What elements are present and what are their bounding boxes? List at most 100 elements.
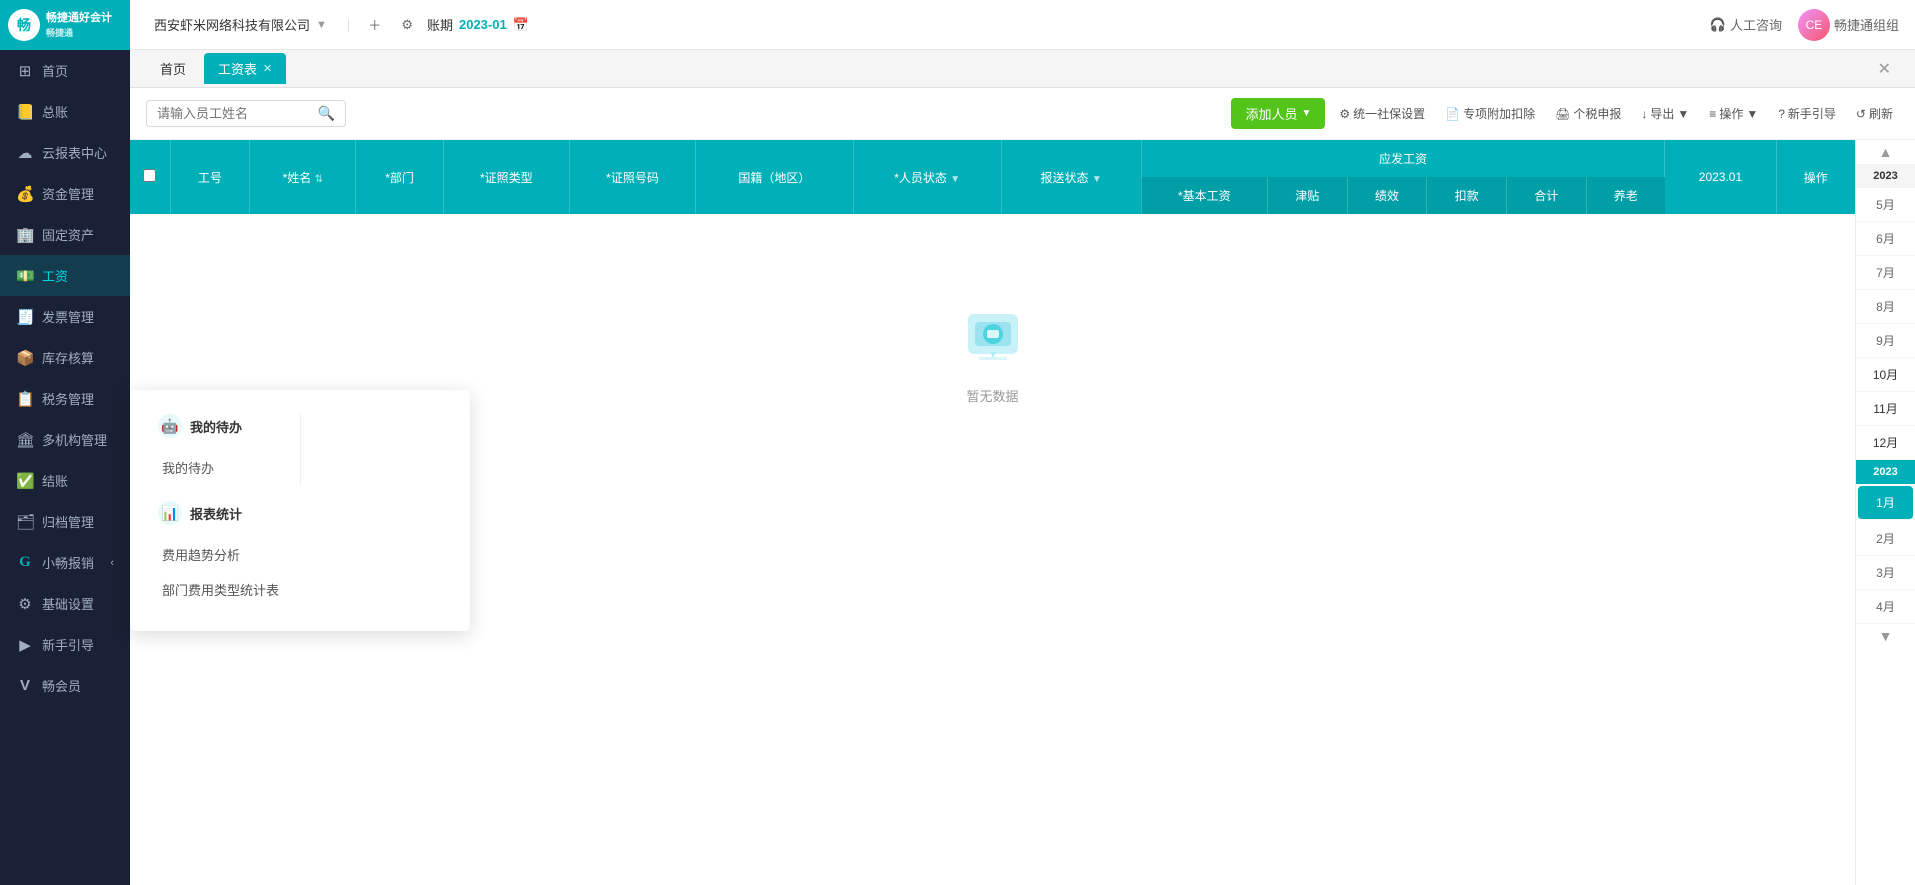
- expense-icon: G: [16, 554, 34, 571]
- date-item-11[interactable]: 11月: [1856, 392, 1915, 426]
- special-deduction-button[interactable]: 📄 专项附加扣除: [1439, 101, 1541, 126]
- add-label: 添加人员: [1245, 104, 1297, 123]
- th-salary-group: 应发工资: [1141, 140, 1665, 177]
- date-item-1[interactable]: 1月: [1858, 486, 1913, 520]
- report-section-label: 报表统计: [190, 504, 242, 523]
- popup-item-expense-trend[interactable]: 费用趋势分析: [158, 537, 288, 572]
- deduction-icon: 📄: [1445, 107, 1460, 121]
- fund-icon: 💰: [16, 185, 34, 203]
- empty-illustration: [953, 294, 1033, 374]
- sidebar-item-label: 资金管理: [42, 184, 94, 203]
- date-item-7[interactable]: 7月: [1856, 256, 1915, 290]
- guide-button[interactable]: ? 新手引导: [1772, 101, 1842, 126]
- settings-button[interactable]: ⚙: [395, 13, 419, 37]
- report-section-icon: 📊: [158, 501, 182, 525]
- sidebar-item-tax[interactable]: 📋 税务管理: [0, 378, 130, 419]
- th-name: *姓名 ⇅: [250, 140, 356, 214]
- date-item-12[interactable]: 12月: [1856, 426, 1915, 460]
- date-item-4[interactable]: 4月: [1856, 590, 1915, 624]
- invoice-icon: 🧾: [16, 308, 34, 326]
- tax-decl-label: 个税申报: [1573, 105, 1621, 122]
- th-year-month: 2023.01: [1665, 140, 1776, 214]
- date-year-label: 2023: [1856, 164, 1915, 188]
- social-insurance-button[interactable]: ⚙ 统一社保设置: [1333, 101, 1431, 126]
- sidebar-item-guide[interactable]: ▶ 新手引导: [0, 624, 130, 665]
- social-icon: ⚙: [1339, 107, 1350, 121]
- topbar: 西安虾米网络科技有限公司 ▼ | ＋ ⚙ 账期 2023-01 📅 🎧 人工咨询…: [130, 0, 1915, 50]
- tab-home[interactable]: 首页: [146, 53, 200, 84]
- sidebar-item-home[interactable]: ⊞ 首页: [0, 50, 130, 91]
- empty-message: 暂无数据: [966, 386, 1018, 405]
- settlement-icon: ✅: [16, 472, 34, 490]
- popup-section-report: 📊 报表统计 费用趋势分析 部门费用类型统计表: [146, 493, 300, 615]
- sidebar-item-member[interactable]: V 畅会员: [0, 665, 130, 706]
- send-filter-icon[interactable]: ▼: [1092, 174, 1102, 185]
- date-item-10[interactable]: 10月: [1856, 358, 1915, 392]
- th-subsidy: 津贴: [1267, 177, 1347, 214]
- sidebar-item-label: 新手引导: [42, 635, 94, 654]
- tabbar: 首页 工资表 ✕ ✕: [130, 50, 1915, 88]
- headset-icon: 🎧: [1710, 17, 1726, 33]
- tax-declaration-button[interactable]: 🖨 个税申报: [1549, 101, 1627, 126]
- tax-decl-icon: 🖨: [1555, 107, 1570, 121]
- sidebar-item-salary[interactable]: 💵 工资: [0, 255, 130, 296]
- popup-item-dept-expense[interactable]: 部门费用类型统计表: [158, 572, 288, 607]
- select-all-checkbox[interactable]: [143, 169, 156, 182]
- search-input[interactable]: [157, 106, 312, 121]
- sidebar-item-label: 总账: [42, 102, 68, 121]
- salary-table: 工号 *姓名 ⇅ *部门 *证照类型: [130, 140, 1855, 214]
- avatar: CE: [1798, 9, 1830, 41]
- sidebar-item-ledger[interactable]: 📒 总账: [0, 91, 130, 132]
- sidebar-item-expense[interactable]: G 小畅报销 ‹: [0, 542, 130, 583]
- date-item-8[interactable]: 8月: [1856, 290, 1915, 324]
- th-bonus: 绩效: [1347, 177, 1427, 214]
- th-send-status: 报送状态 ▼: [1001, 140, 1141, 214]
- date-item-9[interactable]: 9月: [1856, 324, 1915, 358]
- sidebar-item-fund[interactable]: 💰 资金管理: [0, 173, 130, 214]
- th-dept: *部门: [356, 140, 443, 214]
- todo-section-icon: 🤖: [158, 414, 182, 438]
- sidebar-item-label: 固定资产: [42, 225, 94, 244]
- company-selector[interactable]: 西安虾米网络科技有限公司 ▼: [146, 11, 335, 38]
- date-nav-up[interactable]: ▲: [1856, 140, 1915, 164]
- sidebar-item-cloud-report[interactable]: ☁ 云报表中心: [0, 132, 130, 173]
- sidebar-item-archive[interactable]: 🗂 归档管理: [0, 501, 130, 542]
- refresh-button[interactable]: ↺ 刷新: [1850, 101, 1899, 126]
- app-logo: 畅 畅捷通好会计 畅捷通: [0, 0, 130, 50]
- th-total: 合计: [1506, 177, 1586, 214]
- operation-button[interactable]: ≡ 操作 ▼: [1703, 101, 1764, 126]
- support-button[interactable]: 🎧 人工咨询: [1710, 15, 1782, 34]
- th-operation: 操作: [1776, 140, 1855, 214]
- th-basic-salary: *基本工资: [1141, 177, 1267, 214]
- add-person-button[interactable]: 添加人员 ▼: [1231, 98, 1325, 129]
- guide-label: 新手引导: [1788, 105, 1836, 122]
- sidebar-item-label: 基础设置: [42, 594, 94, 613]
- todo-section-label: 我的待办: [190, 417, 242, 436]
- sidebar-item-settlement[interactable]: ✅ 结账: [0, 460, 130, 501]
- sidebar-item-inventory[interactable]: 📦 库存核算: [0, 337, 130, 378]
- date-nav-down[interactable]: ▼: [1856, 624, 1915, 648]
- sidebar-item-basic[interactable]: ⚙ 基础设置: [0, 583, 130, 624]
- add-company-button[interactable]: ＋: [362, 11, 387, 38]
- date-item-2[interactable]: 2月: [1856, 522, 1915, 556]
- calendar-icon[interactable]: 📅: [513, 17, 529, 33]
- tab-close-icon[interactable]: ✕: [263, 62, 272, 75]
- sort-icon[interactable]: ⇅: [315, 174, 323, 185]
- date-item-5[interactable]: 5月: [1856, 188, 1915, 222]
- filter-icon[interactable]: ▼: [950, 174, 960, 185]
- export-button[interactable]: ↓ 导出 ▼: [1635, 101, 1695, 126]
- popup-item-todo[interactable]: 我的待办: [158, 450, 288, 485]
- sidebar-item-invoice[interactable]: 🧾 发票管理: [0, 296, 130, 337]
- user-profile[interactable]: CE 畅捷通组组: [1798, 9, 1899, 41]
- tab-salary-table[interactable]: 工资表 ✕: [204, 53, 286, 84]
- basic-icon: ⚙: [16, 595, 34, 613]
- search-box[interactable]: 🔍: [146, 100, 346, 127]
- sidebar-item-fixed-asset[interactable]: 🏢 固定资产: [0, 214, 130, 255]
- content-close-button[interactable]: ✕: [1870, 55, 1899, 83]
- date-item-3[interactable]: 3月: [1856, 556, 1915, 590]
- date-item-6[interactable]: 6月: [1856, 222, 1915, 256]
- th-checkbox[interactable]: [130, 140, 170, 214]
- tab-salary-label: 工资表: [218, 59, 257, 78]
- guide-btn-icon: ?: [1778, 107, 1785, 121]
- sidebar-item-multi-org[interactable]: 🏛 多机构管理: [0, 419, 130, 460]
